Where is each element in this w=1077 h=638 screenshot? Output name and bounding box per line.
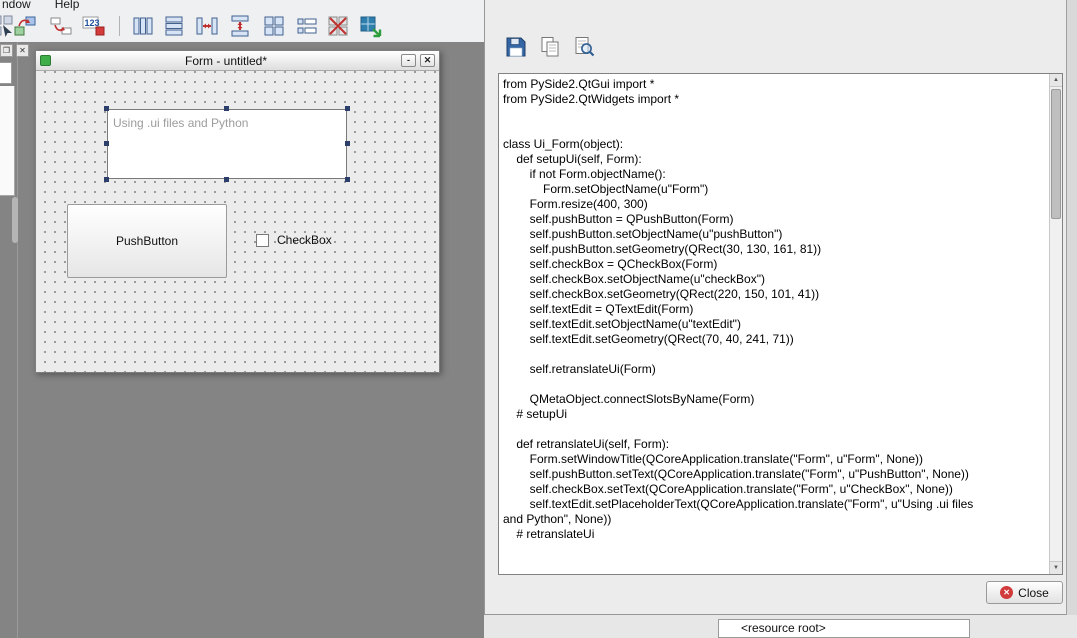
close-button[interactable]: ✕ Close <box>986 581 1063 604</box>
copy-icon[interactable] <box>537 34 563 60</box>
code-line: self.checkBox.setObjectName(u"checkBox") <box>503 272 1046 287</box>
dock-filter-box-fragment[interactable] <box>0 62 12 84</box>
code-line: self.textEdit.setObjectName(u"textEdit") <box>503 317 1046 332</box>
splitter-horizontal-icon[interactable] <box>194 13 220 39</box>
edit-signals-slots-icon[interactable] <box>12 13 38 39</box>
layout-grid-icon[interactable] <box>261 13 287 39</box>
menu-window[interactable]: ndow <box>2 0 31 12</box>
toolbar: 123 <box>0 13 484 41</box>
code-line: class Ui_Form(object): <box>503 137 1046 152</box>
break-layout-icon[interactable] <box>325 13 351 39</box>
checkbox-label: CheckBox <box>277 233 332 247</box>
resize-handle-se[interactable] <box>345 177 350 182</box>
checkbox-indicator[interactable] <box>256 234 269 247</box>
code-line <box>503 347 1046 362</box>
code-line: def retranslateUi(self, Form): <box>503 437 1046 452</box>
scroll-down-icon[interactable]: ▼ <box>1050 561 1062 574</box>
edit-tab-order-icon[interactable]: 123 <box>80 13 106 39</box>
selection-handle-layer: Using .ui files and Python <box>104 106 350 182</box>
code-line: self.textEdit.setPlaceholderText(QCoreAp… <box>503 497 1046 512</box>
close-x-icon: ✕ <box>1000 586 1013 599</box>
resize-handle-s[interactable] <box>224 177 229 182</box>
code-line <box>503 107 1046 122</box>
save-icon[interactable] <box>503 34 529 60</box>
code-text: from PySide2.QtGui import *from PySide2.… <box>503 77 1046 542</box>
code-line: if not Form.objectName(): <box>503 167 1046 182</box>
find-icon[interactable] <box>571 34 597 60</box>
dock-scrollbar-thumb[interactable] <box>12 197 18 243</box>
layout-vertical-icon[interactable] <box>161 13 187 39</box>
code-scrollbar-thumb[interactable] <box>1051 89 1061 219</box>
code-preview-toolbar <box>503 34 597 60</box>
resize-handle-sw[interactable] <box>104 177 109 182</box>
form-minimize-button[interactable]: - <box>401 54 416 67</box>
textedit-widget[interactable]: Using .ui files and Python <box>107 109 347 179</box>
code-line: Form.resize(400, 300) <box>503 197 1046 212</box>
code-line: self.pushButton = QPushButton(Form) <box>503 212 1046 227</box>
code-line: self.pushButton.setText(QCoreApplication… <box>503 467 1046 482</box>
adjust-size-icon[interactable] <box>357 13 383 39</box>
code-line: def setupUi(self, Form): <box>503 152 1046 167</box>
code-line: self.checkBox.setText(QCoreApplication.t… <box>503 482 1046 497</box>
dock-panel-fragment <box>0 86 15 196</box>
dock-splitter[interactable] <box>17 42 18 638</box>
code-line: self.checkBox.setGeometry(QRect(220, 150… <box>503 287 1046 302</box>
menu-help[interactable]: Help <box>55 0 80 12</box>
layout-horizontal-icon[interactable] <box>130 13 156 39</box>
dock-float-icon[interactable]: ❐ <box>0 44 13 57</box>
pushbutton-widget[interactable]: PushButton <box>67 204 227 278</box>
form-close-button[interactable]: ✕ <box>420 54 435 67</box>
code-view[interactable]: from PySide2.QtGui import *from PySide2.… <box>498 73 1063 575</box>
resize-handle-w[interactable] <box>104 141 109 146</box>
code-line: Form.setObjectName(u"Form") <box>503 182 1046 197</box>
code-preview-dialog: from PySide2.QtGui import *from PySide2.… <box>484 0 1066 615</box>
scroll-up-icon[interactable]: ▲ <box>1050 74 1062 87</box>
form-window-title: Form - untitled* <box>55 54 397 68</box>
dock-close-icon[interactable]: ✕ <box>16 44 29 57</box>
form-canvas[interactable]: Using .ui files and Python PushButton Ch… <box>36 71 439 372</box>
code-line: # setupUi <box>503 407 1046 422</box>
splitter-vertical-icon[interactable] <box>227 13 253 39</box>
dock-titlebar-fragment: ❐ ✕ <box>0 44 29 57</box>
bottom-panel: <resource root> <box>484 615 1077 638</box>
code-line: self.checkBox = QCheckBox(Form) <box>503 257 1046 272</box>
checkbox-widget[interactable]: CheckBox <box>256 232 332 248</box>
layout-form-icon[interactable] <box>294 13 320 39</box>
resource-root-item[interactable]: <resource root> <box>718 619 970 638</box>
code-line: and Python", None)) <box>503 512 1046 527</box>
close-button-label: Close <box>1018 586 1049 600</box>
code-scrollbar[interactable]: ▲ ▼ <box>1049 74 1062 574</box>
code-line <box>503 377 1046 392</box>
code-line: self.pushButton.setGeometry(QRect(30, 13… <box>503 242 1046 257</box>
code-line: self.retranslateUi(Form) <box>503 362 1046 377</box>
code-line <box>503 422 1046 437</box>
topbar: ndow Help 123 <box>0 0 484 42</box>
edit-buddies-icon[interactable] <box>48 13 74 39</box>
code-line: from PySide2.QtWidgets import * <box>503 92 1046 107</box>
code-line: QMetaObject.connectSlotsByName(Form) <box>503 392 1046 407</box>
form-window-icon <box>40 55 51 66</box>
toolbar-separator <box>119 16 120 36</box>
right-panel-edge <box>1066 0 1077 638</box>
code-line <box>503 122 1046 137</box>
form-window-titlebar[interactable]: Form - untitled* - ✕ <box>36 51 439 71</box>
resize-handle-nw[interactable] <box>104 106 109 111</box>
qt-designer-app: ndow Help 123 <box>0 0 1077 638</box>
textedit-placeholder: Using .ui files and Python <box>113 116 248 130</box>
code-line: self.textEdit = QTextEdit(Form) <box>503 302 1046 317</box>
code-line: Form.setWindowTitle(QCoreApplication.tra… <box>503 452 1046 467</box>
resize-handle-e[interactable] <box>345 141 350 146</box>
resize-handle-ne[interactable] <box>345 106 350 111</box>
form-designer-window: Form - untitled* - ✕ Using .ui files and… <box>35 50 440 373</box>
menu-bar: ndow Help <box>2 0 79 12</box>
resize-handle-n[interactable] <box>224 106 229 111</box>
code-line: from PySide2.QtGui import * <box>503 77 1046 92</box>
code-line: self.pushButton.setObjectName(u"pushButt… <box>503 227 1046 242</box>
code-line: # retranslateUi <box>503 527 1046 542</box>
code-line: self.textEdit.setGeometry(QRect(70, 40, … <box>503 332 1046 347</box>
